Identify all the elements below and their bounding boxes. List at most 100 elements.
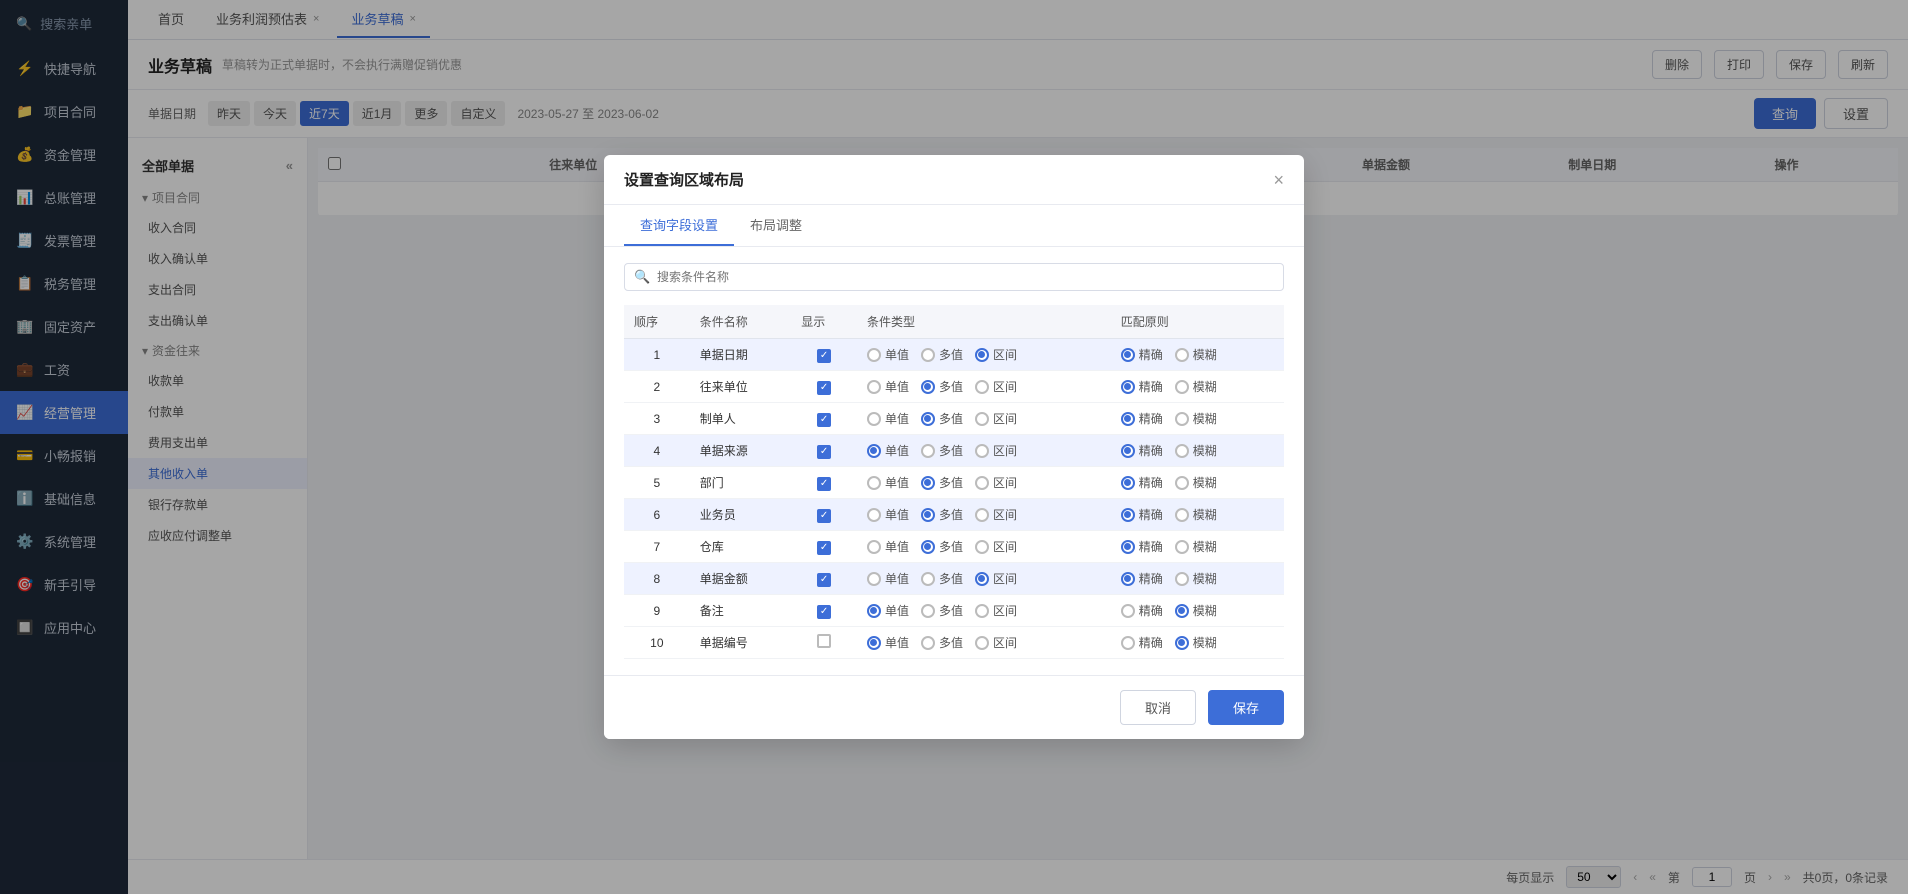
radio-match-label-精确: 精确 (1139, 346, 1163, 363)
dialog-footer: 取消 保存 (604, 675, 1304, 739)
dialog-tab-layout[interactable]: 布局调整 (734, 205, 818, 246)
radio-type-单值-row-1[interactable]: 单值 (867, 346, 909, 363)
radio-match-模糊-row-2[interactable]: 模糊 (1175, 378, 1217, 395)
cell-display[interactable] (791, 563, 857, 595)
radio-type-区间-row-4[interactable]: 区间 (975, 442, 1017, 459)
radio-type-单值-row-8[interactable]: 单值 (867, 570, 909, 587)
radio-circle-多值-3 (921, 412, 935, 426)
radio-match-精确-row-5[interactable]: 精确 (1121, 474, 1163, 491)
display-checkbox-1[interactable] (817, 349, 831, 363)
radio-type-多值-row-3[interactable]: 多值 (921, 410, 963, 427)
radio-type-多值-row-8[interactable]: 多值 (921, 570, 963, 587)
cell-display[interactable] (791, 531, 857, 563)
radio-label-多值: 多值 (939, 378, 963, 395)
save-button[interactable]: 保存 (1208, 690, 1284, 725)
dialog-close-button[interactable]: × (1273, 171, 1284, 189)
display-checkbox-5[interactable] (817, 477, 831, 491)
cell-name: 单据编号 (690, 627, 792, 659)
radio-match-模糊-row-9[interactable]: 模糊 (1175, 602, 1217, 619)
cell-display[interactable] (791, 627, 857, 659)
radio-match-circle-精确-8 (1121, 572, 1135, 586)
radio-match-精确-row-1[interactable]: 精确 (1121, 346, 1163, 363)
radio-type-区间-row-7[interactable]: 区间 (975, 538, 1017, 555)
radio-match-精确-row-6[interactable]: 精确 (1121, 506, 1163, 523)
radio-match-精确-row-3[interactable]: 精确 (1121, 410, 1163, 427)
dialog-tab-query-fields[interactable]: 查询字段设置 (624, 205, 734, 246)
radio-type-单值-row-10[interactable]: 单值 (867, 634, 909, 651)
radio-match-模糊-row-1[interactable]: 模糊 (1175, 346, 1217, 363)
radio-label-单值: 单值 (885, 378, 909, 395)
radio-match-模糊-row-6[interactable]: 模糊 (1175, 506, 1217, 523)
config-table-row: 2往来单位单值多值区间精确模糊 (624, 371, 1284, 403)
display-checkbox-6[interactable] (817, 509, 831, 523)
display-checkbox-9[interactable] (817, 605, 831, 619)
radio-match-精确-row-2[interactable]: 精确 (1121, 378, 1163, 395)
radio-match-精确-row-4[interactable]: 精确 (1121, 442, 1163, 459)
radio-match-circle-精确-7 (1121, 540, 1135, 554)
radio-type-区间-row-1[interactable]: 区间 (975, 346, 1017, 363)
radio-type-单值-row-7[interactable]: 单值 (867, 538, 909, 555)
cell-order: 6 (624, 499, 690, 531)
cell-display[interactable] (791, 339, 857, 371)
radio-match-label-精确: 精确 (1139, 474, 1163, 491)
radio-match-模糊-row-3[interactable]: 模糊 (1175, 410, 1217, 427)
dialog-title: 设置查询区域布局 (624, 169, 744, 190)
radio-type-单值-row-3[interactable]: 单值 (867, 410, 909, 427)
radio-type-区间-row-10[interactable]: 区间 (975, 634, 1017, 651)
radio-type-多值-row-9[interactable]: 多值 (921, 602, 963, 619)
radio-circle-区间-4 (975, 444, 989, 458)
radio-label-单值: 单值 (885, 410, 909, 427)
radio-type-单值-row-2[interactable]: 单值 (867, 378, 909, 395)
radio-type-多值-row-6[interactable]: 多值 (921, 506, 963, 523)
radio-type-多值-row-7[interactable]: 多值 (921, 538, 963, 555)
radio-type-多值-row-10[interactable]: 多值 (921, 634, 963, 651)
radio-type-单值-row-9[interactable]: 单值 (867, 602, 909, 619)
radio-match-label-模糊: 模糊 (1193, 538, 1217, 555)
display-checkbox-2[interactable] (817, 381, 831, 395)
radio-type-单值-row-4[interactable]: 单值 (867, 442, 909, 459)
radio-match-模糊-row-8[interactable]: 模糊 (1175, 570, 1217, 587)
cell-order: 10 (624, 627, 690, 659)
cancel-button[interactable]: 取消 (1120, 690, 1196, 725)
radio-circle-区间-3 (975, 412, 989, 426)
dialog-search-input[interactable] (624, 263, 1284, 291)
radio-type-区间-row-2[interactable]: 区间 (975, 378, 1017, 395)
radio-type-多值-row-1[interactable]: 多值 (921, 346, 963, 363)
radio-match-精确-row-10[interactable]: 精确 (1121, 634, 1163, 651)
radio-match-精确-row-7[interactable]: 精确 (1121, 538, 1163, 555)
display-checkbox-10[interactable] (817, 634, 831, 648)
radio-type-区间-row-8[interactable]: 区间 (975, 570, 1017, 587)
cell-display[interactable] (791, 435, 857, 467)
radio-label-区间: 区间 (993, 474, 1017, 491)
radio-type-多值-row-2[interactable]: 多值 (921, 378, 963, 395)
cell-order: 9 (624, 595, 690, 627)
radio-type-区间-row-6[interactable]: 区间 (975, 506, 1017, 523)
radio-match-精确-row-8[interactable]: 精确 (1121, 570, 1163, 587)
radio-type-单值-row-5[interactable]: 单值 (867, 474, 909, 491)
radio-type-多值-row-5[interactable]: 多值 (921, 474, 963, 491)
cell-display[interactable] (791, 595, 857, 627)
display-checkbox-3[interactable] (817, 413, 831, 427)
cell-name: 单据来源 (690, 435, 792, 467)
cell-display[interactable] (791, 371, 857, 403)
radio-type-区间-row-5[interactable]: 区间 (975, 474, 1017, 491)
radio-type-单值-row-6[interactable]: 单值 (867, 506, 909, 523)
radio-match-模糊-row-10[interactable]: 模糊 (1175, 634, 1217, 651)
radio-type-区间-row-3[interactable]: 区间 (975, 410, 1017, 427)
display-checkbox-8[interactable] (817, 573, 831, 587)
radio-match-模糊-row-5[interactable]: 模糊 (1175, 474, 1217, 491)
radio-match-精确-row-9[interactable]: 精确 (1121, 602, 1163, 619)
radio-type-区间-row-9[interactable]: 区间 (975, 602, 1017, 619)
display-checkbox-4[interactable] (817, 445, 831, 459)
radio-match-模糊-row-7[interactable]: 模糊 (1175, 538, 1217, 555)
display-checkbox-7[interactable] (817, 541, 831, 555)
cell-display[interactable] (791, 403, 857, 435)
radio-circle-多值-7 (921, 540, 935, 554)
overlay: 设置查询区域布局 × 查询字段设置 布局调整 🔍 顺序 条件名称 显示 (0, 0, 1908, 894)
cell-match-rule: 精确模糊 (1111, 595, 1284, 627)
cell-name: 制单人 (690, 403, 792, 435)
cell-display[interactable] (791, 499, 857, 531)
cell-display[interactable] (791, 467, 857, 499)
radio-match-模糊-row-4[interactable]: 模糊 (1175, 442, 1217, 459)
radio-type-多值-row-4[interactable]: 多值 (921, 442, 963, 459)
